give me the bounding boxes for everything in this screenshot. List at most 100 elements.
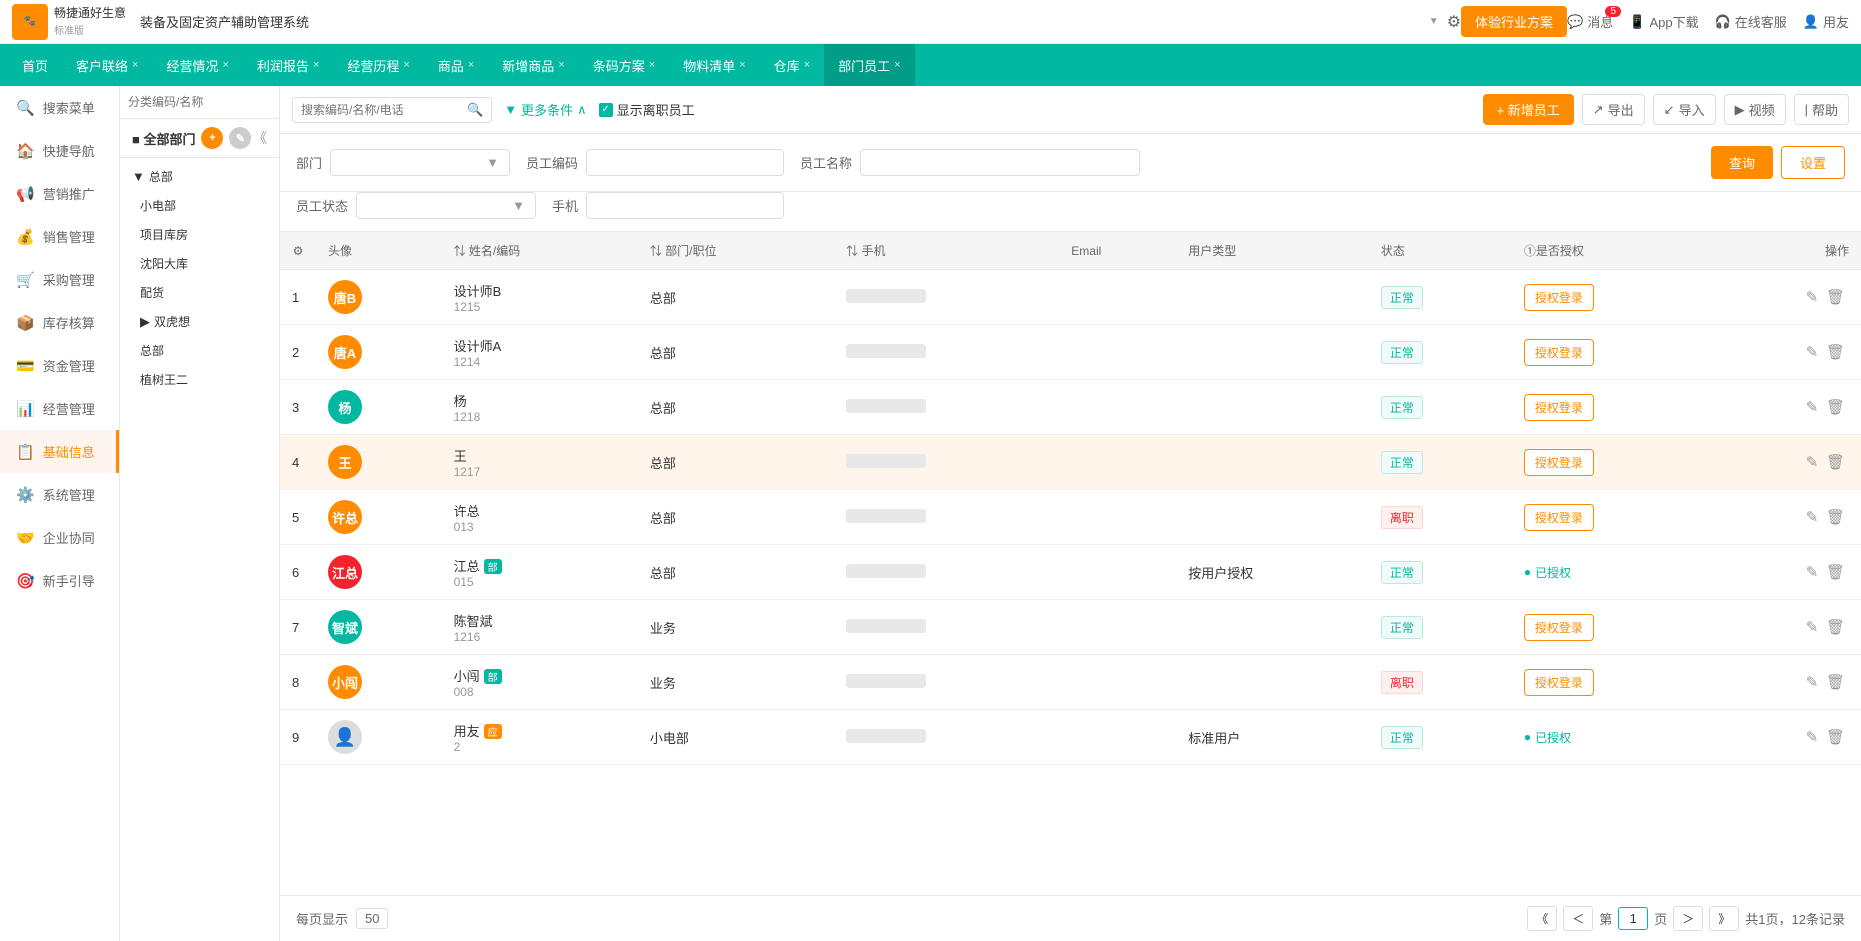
sidebar-item-search[interactable]: 🔍 搜索菜单 [0, 86, 119, 129]
sidebar-item-system[interactable]: ⚙️ 系统管理 [0, 473, 119, 516]
sidebar-item-nav[interactable]: 🏠 快捷导航 [0, 129, 119, 172]
more-conditions-button[interactable]: ▼ 更多条件 ∧ [504, 100, 586, 119]
per-page-value[interactable]: 50 [356, 908, 388, 929]
edit-icon[interactable]: ✎ [1806, 289, 1819, 306]
close-icon[interactable]: × [222, 59, 228, 71]
edit-icon[interactable]: ✎ [1806, 399, 1819, 416]
nav-item-barcode[interactable]: 条码方案 × [579, 44, 669, 86]
dept-tree-item-headquarters-root[interactable]: ▼ 总部 [120, 162, 279, 191]
app-download-button[interactable]: 📱 App下载 [1629, 12, 1698, 31]
delete-icon[interactable]: 🗑 [1826, 729, 1845, 746]
close-icon[interactable]: × [649, 59, 655, 71]
emp-status-select[interactable]: ▼ [356, 192, 536, 219]
col-dept-position[interactable]: ⇅ 部门/职位 [638, 232, 834, 270]
auth-login-button[interactable]: 授权登录 [1524, 284, 1594, 311]
dept-tree-item-planting[interactable]: 植树王二 [120, 365, 279, 394]
nav-item-new-goods[interactable]: 新增商品 × [488, 44, 578, 86]
trial-button[interactable]: 体验行业方案 [1461, 6, 1567, 37]
delete-icon[interactable]: 🗑 [1826, 674, 1845, 691]
nav-item-warehouse[interactable]: 仓库 × [760, 44, 824, 86]
dept-add-icon[interactable]: + [201, 127, 223, 149]
delete-icon[interactable]: 🗑 [1826, 619, 1845, 636]
dept-tree-item-shenyang[interactable]: 沈阳大库 [120, 249, 279, 278]
delete-icon[interactable]: 🗑 [1826, 454, 1845, 471]
phone-input[interactable] [586, 192, 784, 219]
nav-item-customer[interactable]: 客户联络 × [62, 44, 152, 86]
delete-icon[interactable]: 🗑 [1826, 344, 1845, 361]
nav-item-bom[interactable]: 物料清单 × [669, 44, 759, 86]
current-page[interactable]: 1 [1618, 907, 1648, 930]
close-icon[interactable]: × [739, 59, 745, 71]
sidebar-item-purchase[interactable]: 🛒 采购管理 [0, 258, 119, 301]
message-button[interactable]: 💬 消息 5 [1567, 12, 1613, 31]
search-submit-icon[interactable]: 🔍 [467, 102, 483, 118]
sidebar-item-business[interactable]: 📊 经营管理 [0, 387, 119, 430]
nav-item-history[interactable]: 经营历程 × [333, 44, 423, 86]
export-button[interactable]: ↗ 导出 [1582, 94, 1645, 125]
delete-icon[interactable]: 🗑 [1826, 509, 1845, 526]
edit-icon[interactable]: ✎ [1806, 344, 1819, 361]
sidebar-item-basic-info[interactable]: 📋 基础信息 [0, 430, 119, 473]
dept-filter-select[interactable]: ▼ [330, 149, 510, 176]
close-icon[interactable]: × [403, 59, 409, 71]
sidebar-item-guide[interactable]: 🎯 新手引导 [0, 559, 119, 602]
close-icon[interactable]: × [804, 59, 810, 71]
auth-login-button[interactable]: 授权登录 [1524, 449, 1594, 476]
auth-login-button[interactable]: 授权登录 [1524, 504, 1594, 531]
nav-item-dept-employee[interactable]: 部门员工 × [824, 44, 914, 86]
col-name-code[interactable]: ⇅ 姓名/编码 [442, 232, 638, 270]
dept-tree-item-distribution[interactable]: 配货 [120, 278, 279, 307]
close-icon[interactable]: × [313, 59, 319, 71]
nav-item-goods[interactable]: 商品 × [424, 44, 488, 86]
nav-item-home[interactable]: 首页 [8, 44, 62, 86]
sidebar-item-collab[interactable]: 🤝 企业协同 [0, 516, 119, 559]
sidebar-item-finance[interactable]: 💳 资金管理 [0, 344, 119, 387]
close-icon[interactable]: × [894, 59, 900, 71]
edit-icon[interactable]: ✎ [1806, 729, 1819, 746]
nav-item-operations[interactable]: 经营情况 × [152, 44, 242, 86]
sidebar-item-sales[interactable]: 💰 销售管理 [0, 215, 119, 258]
last-page-button[interactable]: 》 [1709, 906, 1739, 931]
nav-item-profit[interactable]: 利润报告 × [243, 44, 333, 86]
close-icon[interactable]: × [132, 59, 138, 71]
edit-icon[interactable]: ✎ [1806, 564, 1819, 581]
edit-icon[interactable]: ✎ [1806, 674, 1819, 691]
sidebar-item-inventory[interactable]: 📦 库存核算 [0, 301, 119, 344]
auth-login-button[interactable]: 授权登录 [1524, 669, 1594, 696]
col-phone[interactable]: ⇅ 手机 [834, 232, 1059, 270]
edit-icon[interactable]: ✎ [1806, 454, 1819, 471]
sidebar-item-marketing[interactable]: 📢 营销推广 [0, 172, 119, 215]
dept-edit-icon[interactable]: ✎ [229, 127, 251, 149]
col-settings[interactable]: ⚙ [280, 232, 316, 270]
delete-icon[interactable]: 🗑 [1826, 399, 1845, 416]
dept-tree-item-project-warehouse[interactable]: 项目库房 [120, 220, 279, 249]
edit-icon[interactable]: ✎ [1806, 509, 1819, 526]
import-button[interactable]: ↙ 导入 [1653, 94, 1716, 125]
dept-tree-item-hq[interactable]: 总部 [120, 336, 279, 365]
prev-page-button[interactable]: ＜ [1563, 906, 1593, 931]
user-button[interactable]: 👤 用友 [1803, 12, 1849, 31]
close-icon[interactable]: × [558, 59, 564, 71]
emp-name-input[interactable] [860, 149, 1140, 176]
dept-tree-item-shuanghu[interactable]: ▶ 双虎想 [120, 307, 279, 336]
online-service-button[interactable]: 🎧 在线客服 [1715, 12, 1787, 31]
delete-icon[interactable]: 🗑 [1826, 564, 1845, 581]
system-title-dropdown[interactable]: ▼ [1429, 16, 1439, 27]
dept-tree-item-electronics[interactable]: 小电部 [120, 191, 279, 220]
add-employee-button[interactable]: + 新增员工 [1483, 94, 1574, 125]
help-button[interactable]: | 帮助 [1794, 94, 1849, 125]
video-button[interactable]: ▶ 视频 [1724, 94, 1786, 125]
auth-login-button[interactable]: 授权登录 [1524, 339, 1594, 366]
edit-icon[interactable]: ✎ [1806, 619, 1819, 636]
next-page-button[interactable]: ＞ [1673, 906, 1703, 931]
auth-login-button[interactable]: 授权登录 [1524, 614, 1594, 641]
first-page-button[interactable]: 《 [1527, 906, 1557, 931]
dept-search-input[interactable] [128, 95, 280, 109]
query-button[interactable]: 查询 [1711, 146, 1773, 179]
close-icon[interactable]: × [468, 59, 474, 71]
dept-collapse-button[interactable]: 《 [253, 128, 267, 148]
delete-icon[interactable]: 🗑 [1826, 289, 1845, 306]
gear-icon[interactable]: ⚙ [1447, 12, 1461, 32]
employee-search-input[interactable] [301, 103, 461, 117]
show-inactive-toggle[interactable]: ✓ 显示离职员工 [599, 100, 695, 119]
